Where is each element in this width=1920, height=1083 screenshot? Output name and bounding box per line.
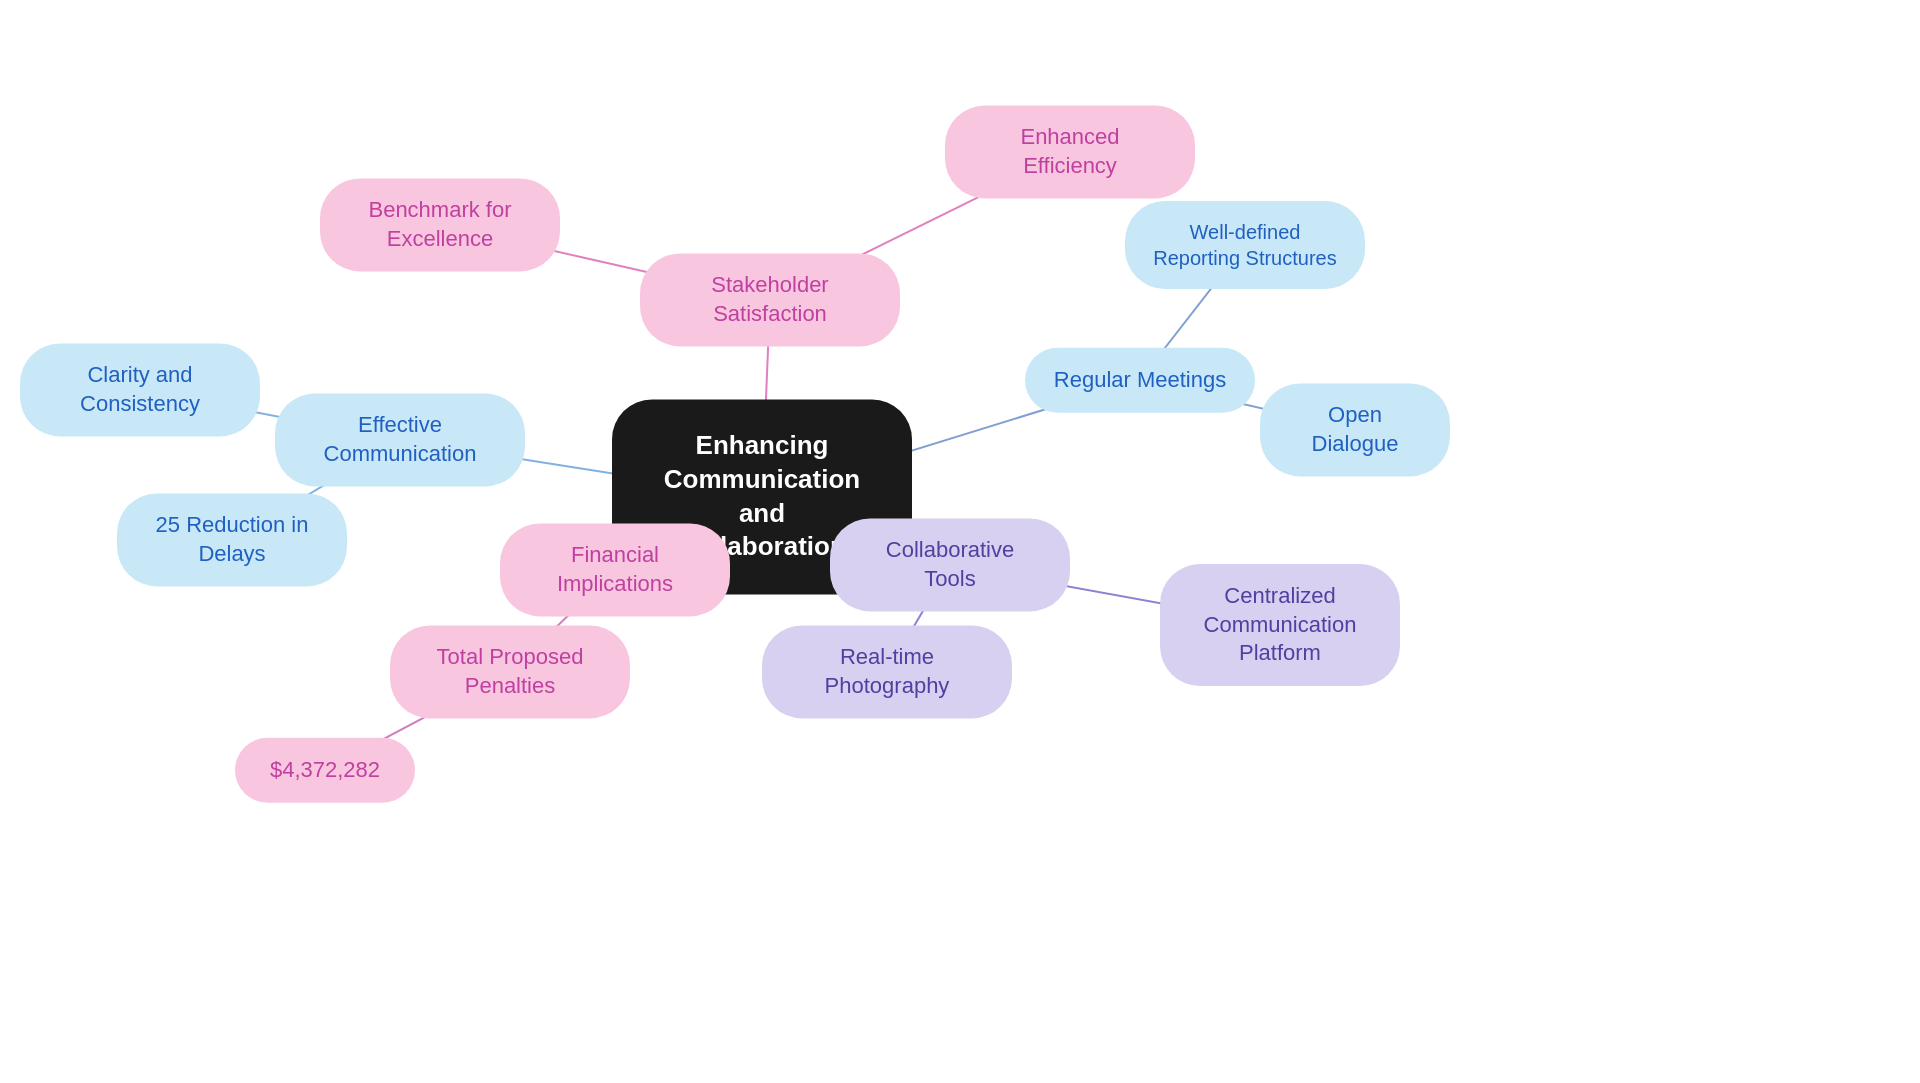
financial-implications-node: Financial Implications [500, 523, 730, 616]
open-dialogue-node: Open Dialogue [1260, 383, 1450, 476]
collaborative-tools-node: Collaborative Tools [830, 518, 1070, 611]
enhanced-efficiency-node: Enhanced Efficiency [945, 105, 1195, 198]
benchmark-excellence-node: Benchmark for Excellence [320, 178, 560, 271]
clarity-consistency-node: Clarity and Consistency [20, 343, 260, 436]
penalty-amount-node: $4,372,282 [235, 738, 415, 803]
reporting-structures-node: Well-defined Reporting Structures [1125, 201, 1365, 289]
effective-communication-node: Effective Communication [275, 393, 525, 486]
regular-meetings-node: Regular Meetings [1025, 348, 1255, 413]
total-penalties-node: Total Proposed Penalties [390, 625, 630, 718]
stakeholder-satisfaction-node: Stakeholder Satisfaction [640, 253, 900, 346]
realtime-photography-node: Real-time Photography [762, 625, 1012, 718]
reduction-delays-node: 25 Reduction in Delays [117, 493, 347, 586]
centralized-platform-node: Centralized Communication Platform [1160, 564, 1400, 686]
